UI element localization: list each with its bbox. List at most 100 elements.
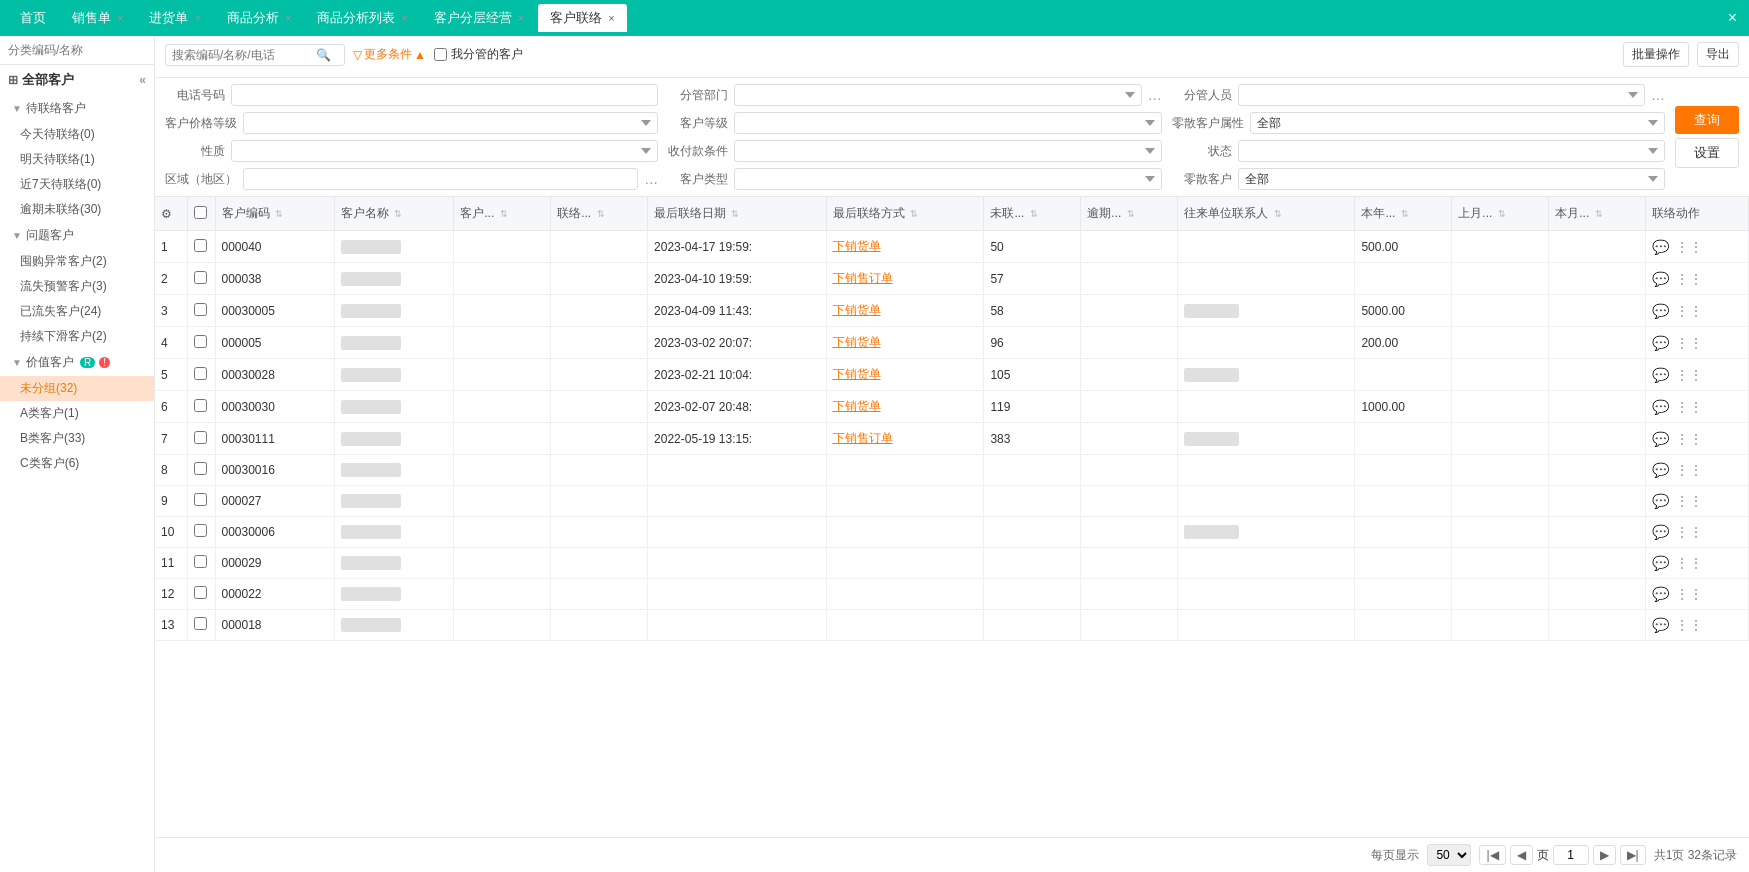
customer-level-select[interactable] xyxy=(734,112,1161,134)
col-unit-contact[interactable]: 往来单位联系人 ⇅ xyxy=(1178,197,1355,231)
row-checkbox[interactable] xyxy=(194,399,207,412)
more-action-icon[interactable]: ⋮⋮ xyxy=(1675,493,1703,509)
phone-action-icon[interactable]: 💬 xyxy=(1652,524,1669,540)
phone-action-icon[interactable]: 💬 xyxy=(1652,271,1669,287)
phone-input[interactable] xyxy=(231,84,658,106)
col-this-year[interactable]: 本年... ⇅ xyxy=(1355,197,1452,231)
sidebar-item-churn-warning[interactable]: 流失预警客户(3) xyxy=(0,274,154,299)
row-checkbox[interactable] xyxy=(194,462,207,475)
export-button[interactable]: 导出 xyxy=(1697,42,1739,67)
customer-type-select[interactable] xyxy=(734,168,1161,190)
row-checkbox[interactable] xyxy=(194,617,207,630)
query-button[interactable]: 查询 xyxy=(1675,106,1739,134)
sidebar-item-ungroup[interactable]: 未分组(32) xyxy=(0,376,154,401)
phone-action-icon[interactable]: 💬 xyxy=(1652,303,1669,319)
page-prev-btn[interactable]: ◀ xyxy=(1510,845,1533,865)
batch-ops-button[interactable]: 批量操作 xyxy=(1623,42,1689,67)
last-method-link[interactable]: 下销售订单 xyxy=(833,431,893,445)
col-name[interactable]: 客户名称 ⇅ xyxy=(334,197,453,231)
sidebar-item-tomorrow[interactable]: 明天待联络(1) xyxy=(0,147,154,172)
phone-action-icon[interactable]: 💬 xyxy=(1652,586,1669,602)
col-code[interactable]: 客户编码 ⇅ xyxy=(215,197,334,231)
sidebar-item-type-a[interactable]: A类客户(1) xyxy=(0,401,154,426)
region-dots[interactable]: … xyxy=(644,171,658,187)
nav-analysis-list[interactable]: 商品分析列表 × xyxy=(305,4,419,32)
nav-purchase[interactable]: 进货单 × xyxy=(137,4,212,32)
more-action-icon[interactable]: ⋮⋮ xyxy=(1675,431,1703,447)
more-action-icon[interactable]: ⋮⋮ xyxy=(1675,617,1703,633)
row-checkbox[interactable] xyxy=(194,367,207,380)
per-page-select[interactable]: 50 xyxy=(1427,844,1471,866)
row-checkbox[interactable] xyxy=(194,431,207,444)
last-method-link[interactable]: 下销货单 xyxy=(833,335,881,349)
phone-action-icon[interactable]: 💬 xyxy=(1652,555,1669,571)
page-first-btn[interactable]: |◀ xyxy=(1479,845,1505,865)
nav-analysis[interactable]: 商品分析 × xyxy=(215,4,303,32)
col-last-month[interactable]: 上月... ⇅ xyxy=(1452,197,1549,231)
nav-sales[interactable]: 销售单 × xyxy=(60,4,135,32)
retail-customer-select[interactable]: 全部 xyxy=(1238,168,1665,190)
sidebar-item-churned[interactable]: 已流失客户(24) xyxy=(0,299,154,324)
last-method-link[interactable]: 下销售订单 xyxy=(833,271,893,285)
nav-analysis-close[interactable]: × xyxy=(285,12,291,24)
main-search-icon[interactable]: 🔍 xyxy=(316,48,331,62)
more-action-icon[interactable]: ⋮⋮ xyxy=(1675,586,1703,602)
all-customers-header[interactable]: ⊞ 全部客户 « xyxy=(0,65,154,95)
row-checkbox[interactable] xyxy=(194,303,207,316)
nav-purchase-close[interactable]: × xyxy=(194,12,200,24)
col-last-date[interactable]: 最后联络日期 ⇅ xyxy=(648,197,826,231)
dept-select[interactable] xyxy=(734,84,1141,106)
phone-action-icon[interactable]: 💬 xyxy=(1652,239,1669,255)
select-all-checkbox[interactable] xyxy=(194,206,207,219)
last-method-link[interactable]: 下销货单 xyxy=(833,367,881,381)
my-customers-check[interactable] xyxy=(434,48,447,61)
col-last-method[interactable]: 最后联络方式 ⇅ xyxy=(826,197,984,231)
col-type[interactable]: 客户... ⇅ xyxy=(454,197,551,231)
collapse-icon[interactable]: « xyxy=(139,73,146,87)
col-no-contact[interactable]: 未联... ⇅ xyxy=(984,197,1081,231)
last-method-link[interactable]: 下销货单 xyxy=(833,399,881,413)
last-method-link[interactable]: 下销货单 xyxy=(833,303,881,317)
col-overdue[interactable]: 逾期... ⇅ xyxy=(1081,197,1178,231)
sidebar-item-overdue[interactable]: 逾期未联络(30) xyxy=(0,197,154,222)
page-last-btn[interactable]: ▶| xyxy=(1620,845,1646,865)
more-action-icon[interactable]: ⋮⋮ xyxy=(1675,239,1703,255)
nav-customer-contact[interactable]: 客户联络 × xyxy=(538,4,626,32)
row-checkbox[interactable] xyxy=(194,524,207,537)
my-customers-checkbox[interactable]: 我分管的客户 xyxy=(434,46,523,63)
sidebar-group-problem[interactable]: ▼ 问题客户 xyxy=(0,222,154,249)
dept-dots[interactable]: … xyxy=(1148,87,1162,103)
sidebar-item-7days[interactable]: 近7天待联络(0) xyxy=(0,172,154,197)
more-action-icon[interactable]: ⋮⋮ xyxy=(1675,462,1703,478)
row-checkbox[interactable] xyxy=(194,555,207,568)
more-conditions-btn[interactable]: ▽ 更多条件 ▲ xyxy=(353,46,426,63)
col-contact[interactable]: 联络... ⇅ xyxy=(551,197,648,231)
window-close-button[interactable]: × xyxy=(1724,5,1741,31)
price-level-select[interactable] xyxy=(243,112,658,134)
manager-dots[interactable]: … xyxy=(1651,87,1665,103)
payment-select[interactable] xyxy=(734,140,1161,162)
phone-action-icon[interactable]: 💬 xyxy=(1652,617,1669,633)
manager-select[interactable] xyxy=(1238,84,1645,106)
phone-action-icon[interactable]: 💬 xyxy=(1652,431,1669,447)
sidebar-item-type-b[interactable]: B类客户(33) xyxy=(0,426,154,451)
retail-attr-select[interactable]: 全部 xyxy=(1250,112,1665,134)
sidebar-group-value[interactable]: ▼ 价值客户 R ! xyxy=(0,349,154,376)
row-checkbox[interactable] xyxy=(194,271,207,284)
more-action-icon[interactable]: ⋮⋮ xyxy=(1675,367,1703,383)
page-next-btn[interactable]: ▶ xyxy=(1593,845,1616,865)
sidebar-item-today[interactable]: 今天待联络(0) xyxy=(0,122,154,147)
more-action-icon[interactable]: ⋮⋮ xyxy=(1675,524,1703,540)
row-checkbox[interactable] xyxy=(194,586,207,599)
status-select[interactable] xyxy=(1238,140,1665,162)
row-checkbox[interactable] xyxy=(194,493,207,506)
region-input[interactable] xyxy=(243,168,638,190)
nav-customer-tier[interactable]: 客户分层经营 × xyxy=(422,4,536,32)
more-action-icon[interactable]: ⋮⋮ xyxy=(1675,303,1703,319)
nature-select[interactable] xyxy=(231,140,658,162)
phone-action-icon[interactable]: 💬 xyxy=(1652,462,1669,478)
more-action-icon[interactable]: ⋮⋮ xyxy=(1675,335,1703,351)
phone-action-icon[interactable]: 💬 xyxy=(1652,367,1669,383)
reset-button[interactable]: 设置 xyxy=(1675,138,1739,168)
sidebar-item-abnormal[interactable]: 囤购异常客户(2) xyxy=(0,249,154,274)
